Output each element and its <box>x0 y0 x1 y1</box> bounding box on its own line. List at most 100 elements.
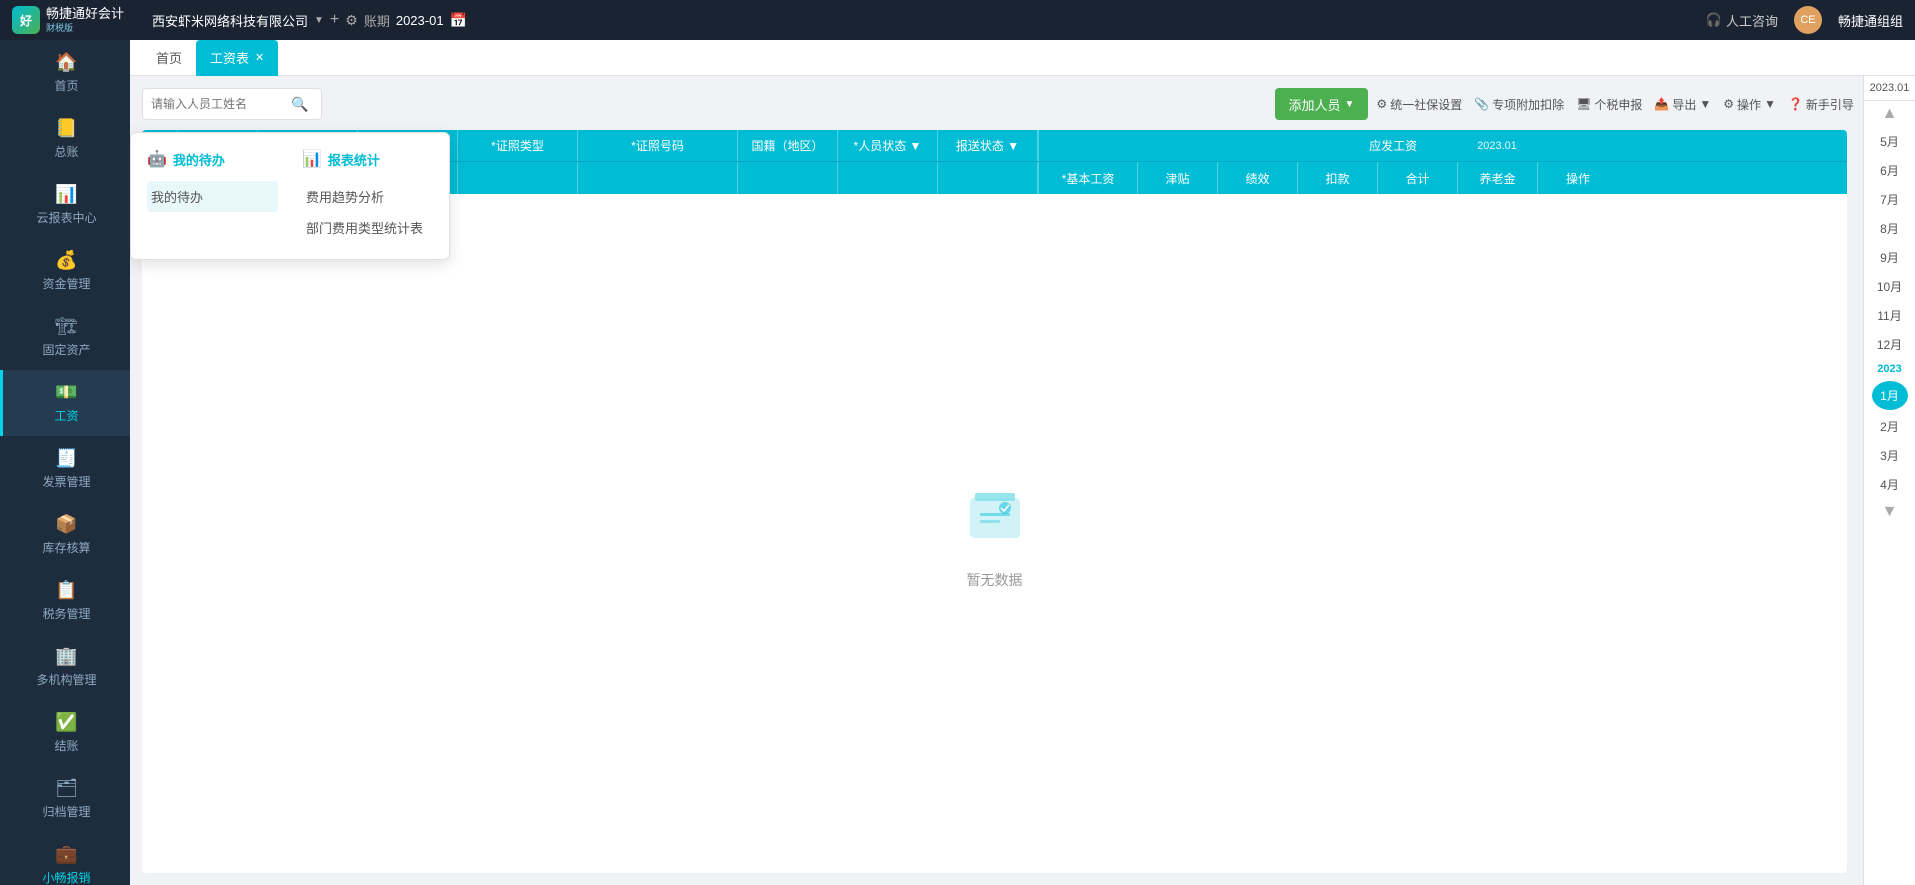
sidebar-item-salary[interactable]: 💵 工资 <box>0 370 130 436</box>
logo-sub: 财税版 <box>46 21 124 34</box>
sidebar-item-label: 多机构管理 <box>36 671 96 688</box>
month-item-3[interactable]: 3月 <box>1864 441 1915 470</box>
invoice-icon: 🧾 <box>55 448 77 469</box>
op-arrow-icon: ▼ <box>1764 97 1776 111</box>
sidebar-item-label: 工资 <box>54 407 78 424</box>
sidebar-item-reports[interactable]: 📊 云报表中心 <box>0 172 130 238</box>
th2-send <box>938 162 1038 194</box>
th-send[interactable]: 报送状态 ▼ <box>938 130 1038 161</box>
export-icon: 📤 <box>1654 97 1669 111</box>
th2-base: *基本工资 <box>1038 162 1138 194</box>
sidebar-item-ledger[interactable]: 📒 总账 <box>0 106 130 172</box>
sidebar-item-assets[interactable]: 🏗 固定资产 <box>0 304 130 370</box>
export-button[interactable]: 📤 导出 ▼ <box>1654 96 1711 113</box>
month-nav-down-arrow[interactable]: ▼ <box>1878 499 1902 525</box>
dropdown-item-dept-stats[interactable]: 部门费用类型统计表 <box>302 212 433 243</box>
dropdown-col-todo: 🤖 我的待办 我的待办 <box>147 149 278 243</box>
page-content: 🔍 添加人员 ▼ ⚙ 统一社保设置 📎 专项附加扣除 <box>130 76 1915 885</box>
month-item-1[interactable]: 1月 <box>1872 381 1908 410</box>
settings-icon[interactable]: ⚙ <box>345 12 358 29</box>
sidebar-item-invoice[interactable]: 🧾 发票管理 <box>0 436 130 502</box>
sidebar-item-label: 资金管理 <box>42 275 90 292</box>
month-item-11[interactable]: 11月 <box>1864 301 1915 330</box>
toolbar: 🔍 添加人员 ▼ ⚙ 统一社保设置 📎 专项附加扣除 <box>142 88 1903 120</box>
dropdown-item-trend[interactable]: 费用趋势分析 <box>302 181 433 212</box>
sidebar-item-label: 首页 <box>54 77 78 94</box>
search-input[interactable] <box>151 97 291 111</box>
tab-home-label: 首页 <box>156 48 182 67</box>
tax-icon: 🖥 <box>1576 97 1591 111</box>
operation-button[interactable]: ⚙ 操作 ▼ <box>1723 96 1776 113</box>
empty-state: 暂无数据 <box>142 194 1847 873</box>
help-button[interactable]: 🎧 人工咨询 <box>1706 11 1778 30</box>
search-box[interactable]: 🔍 <box>142 88 322 120</box>
month-item-10[interactable]: 10月 <box>1864 272 1915 301</box>
add-person-button[interactable]: 添加人员 ▼ <box>1275 88 1369 120</box>
month-item-7[interactable]: 7月 <box>1864 185 1915 214</box>
sidebar-item-inventory[interactable]: 📦 库存核算 <box>0 502 130 568</box>
salary-icon: 💵 <box>55 382 77 403</box>
reports-icon: 📊 <box>55 184 77 205</box>
assets-icon: 🏗 <box>55 316 78 337</box>
sidebar-item-home[interactable]: 🏠 首页 <box>0 40 130 106</box>
toolbar-actions: ⚙ 统一社保设置 📎 专项附加扣除 🖥 个税申报 📤 导出 ▼ <box>1376 96 1903 113</box>
company-area[interactable]: 西安虾米网络科技有限公司 ▼ + ⚙ 账期 2023-01 📅 <box>152 11 467 30</box>
sidebar-item-multi[interactable]: 🏢 多机构管理 <box>0 634 130 700</box>
month-item-6[interactable]: 6月 <box>1864 156 1915 185</box>
finance-icon: 💰 <box>55 250 77 271</box>
top-right: 🎧 人工咨询 CE 畅捷通组组 <box>1706 6 1903 34</box>
dropdown-menu: 🤖 我的待办 我的待办 📊 报表统计 费用趋势分析 <box>130 132 450 260</box>
month-item-12[interactable]: 12月 <box>1864 330 1915 359</box>
headset-icon: 🎧 <box>1706 12 1722 28</box>
ledger-icon: 📒 <box>55 118 77 139</box>
logo-text: 畅捷通好会计 <box>46 6 124 22</box>
sidebar-item-expense[interactable]: 💼 小畅报销 <box>0 832 130 885</box>
month-item-9[interactable]: 9月 <box>1864 243 1915 272</box>
dropdown-item-mytodo[interactable]: 我的待办 <box>147 181 278 212</box>
calendar-icon[interactable]: 📅 <box>450 12 467 29</box>
month-nav-up-arrow[interactable]: ▲ <box>1878 101 1902 127</box>
period-value: 2023-01 <box>396 13 444 28</box>
sidebar-item-archive[interactable]: 🗂 归档管理 <box>0 766 130 832</box>
social-security-button[interactable]: ⚙ 统一社保设置 <box>1376 96 1462 113</box>
th-idno: *证照号码 <box>578 130 738 161</box>
th2-perf: 绩效 <box>1218 162 1298 194</box>
multi-icon: 🏢 <box>55 646 77 667</box>
sidebar-item-label: 归档管理 <box>42 803 90 820</box>
tax-report-button[interactable]: 🖥 个税申报 <box>1576 96 1642 113</box>
sidebar-item-tax[interactable]: 📋 税务管理 <box>0 568 130 634</box>
logo-icon: 好 <box>12 6 40 34</box>
th2-subsidy: 津贴 <box>1138 162 1218 194</box>
sidebar-item-close[interactable]: ✅ 结账 <box>0 700 130 766</box>
dropdown-col-todo-title: 🤖 我的待办 <box>147 149 278 169</box>
tab-salary-label: 工资表 <box>210 48 249 67</box>
top-bar: 好 畅捷通好会计 财税版 西安虾米网络科技有限公司 ▼ + ⚙ 账期 2023-… <box>0 0 1915 40</box>
month-item-5[interactable]: 5月 <box>1864 127 1915 156</box>
month-item-8[interactable]: 8月 <box>1864 214 1915 243</box>
chart-icon: 📊 <box>302 149 322 169</box>
robot-icon: 🤖 <box>147 149 167 169</box>
tab-home[interactable]: 首页 <box>142 40 196 76</box>
social-icon: ⚙ <box>1376 97 1387 111</box>
special-deduction-button[interactable]: 📎 专项附加扣除 <box>1474 96 1564 113</box>
company-name: 西安虾米网络科技有限公司 <box>152 11 308 30</box>
th-country: 国籍（地区） <box>738 130 838 161</box>
tab-bar: 首页 工资表 ✕ <box>130 40 1915 76</box>
guide-toolbar-icon: ❓ <box>1788 97 1803 111</box>
sidebar-item-label: 固定资产 <box>42 341 90 358</box>
sidebar-item-finance[interactable]: 💰 资金管理 <box>0 238 130 304</box>
main-layout: 🏠 首页 📒 总账 📊 云报表中心 💰 资金管理 🏗 固定资产 💵 工资 🧾 发… <box>0 40 1915 885</box>
sidebar-item-label: 云报表中心 <box>36 209 96 226</box>
guide-button[interactable]: ❓ 新手引导 <box>1788 96 1854 113</box>
tab-close-icon[interactable]: ✕ <box>255 51 264 64</box>
export-arrow-icon: ▼ <box>1699 97 1711 111</box>
th2-op: 操作 <box>1538 162 1618 194</box>
period-label: 账期 <box>364 11 390 30</box>
tax-icon: 📋 <box>55 580 77 601</box>
month-item-4[interactable]: 4月 <box>1864 470 1915 499</box>
add-icon[interactable]: + <box>330 11 339 29</box>
tab-salary[interactable]: 工资表 ✕ <box>196 40 278 76</box>
month-item-2[interactable]: 2月 <box>1864 412 1915 441</box>
empty-illustration <box>955 478 1035 558</box>
th-status[interactable]: *人员状态 ▼ <box>838 130 938 161</box>
